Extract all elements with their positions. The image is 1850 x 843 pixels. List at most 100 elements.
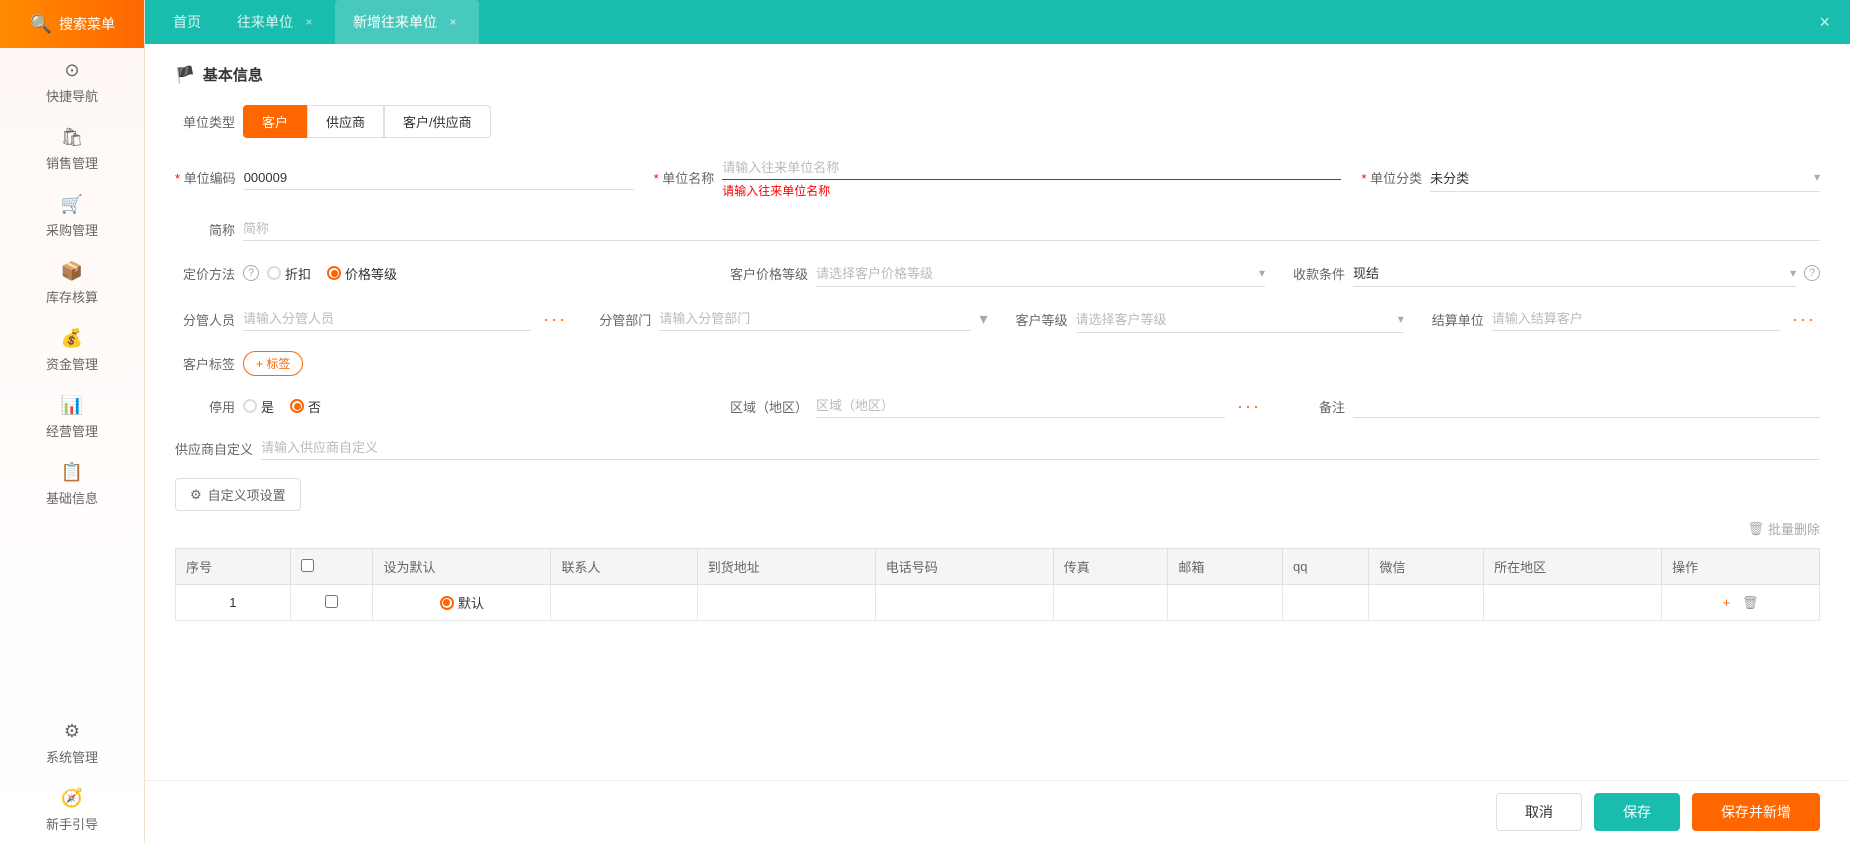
row-phone [875, 585, 1053, 621]
supplier-custom-input[interactable] [261, 436, 1820, 460]
disabled-radio-yes[interactable]: 是 [243, 397, 274, 416]
payment-help-icon[interactable]: ? [1804, 265, 1820, 281]
unit-code-input[interactable] [244, 166, 634, 190]
row-email [1168, 585, 1283, 621]
row-wechat [1369, 585, 1484, 621]
col-default: 设为默认 [373, 549, 551, 585]
select-all-checkbox[interactable] [301, 559, 314, 572]
tab-contacts[interactable]: 往来单位 × [219, 0, 335, 44]
custom-settings-button[interactable]: ⚙ 自定义项设置 [175, 478, 301, 511]
manager-more-btn[interactable]: ··· [539, 309, 571, 330]
pricing-radio-discount[interactable]: 折扣 [267, 264, 311, 283]
sidebar-item-system[interactable]: ⚙ 系统管理 [0, 709, 144, 776]
col-phone: 电话号码 [875, 549, 1053, 585]
add-tag-button[interactable]: + 标签 [243, 351, 303, 376]
pricing-help-icon[interactable]: ? [243, 265, 259, 281]
unit-category-value: 未分类 [1430, 168, 1469, 187]
sidebar-item-finance[interactable]: 💰 资金管理 [0, 316, 144, 383]
sidebar-item-base-info[interactable]: 📋 基础信息 [0, 450, 144, 517]
gear-icon: ⚙ [190, 487, 202, 503]
customer-price-group: 客户价格等级 请选择客户价格等级 ▾ [730, 259, 1265, 287]
sidebar-item-inventory[interactable]: 📦 库存核算 [0, 249, 144, 316]
pricing-radio-level[interactable]: 价格等级 [327, 264, 397, 283]
save-button[interactable]: 保存 [1594, 793, 1680, 831]
row-delete-button[interactable]: 🗑 [1742, 595, 1759, 610]
col-actions: 操作 [1662, 549, 1820, 585]
radio-discount-circle [267, 266, 281, 280]
row-checkbox[interactable] [325, 595, 338, 608]
radio-level-circle [327, 266, 341, 280]
remark-label: 备注 [1285, 397, 1345, 416]
tab-bar: 首页 往来单位 × 新增往来单位 × × [145, 0, 1850, 44]
settlement-label: 结算单位 [1424, 310, 1484, 329]
supplier-custom-label: 供应商自定义 [175, 439, 253, 458]
window-close-button[interactable]: × [1809, 12, 1840, 33]
col-email: 邮箱 [1168, 549, 1283, 585]
disabled-radio-no[interactable]: 否 [290, 397, 321, 416]
unit-category-select[interactable]: 未分类 ▾ [1430, 164, 1820, 192]
unit-name-input-wrapper: 请输入往来单位名称 [722, 156, 1341, 199]
tab-home[interactable]: 首页 [155, 0, 219, 44]
pricing-group: 定价方法 ? 折扣 价格等级 [175, 264, 710, 283]
col-wechat: 微信 [1369, 549, 1484, 585]
payment-value: 现结 [1353, 263, 1379, 282]
sidebar: 🔍 搜索菜单 ⊙ 快捷导航 🛍 销售管理 🛒 采购管理 📦 库存核算 💰 资金管… [0, 0, 145, 843]
settlement-input[interactable] [1492, 307, 1780, 331]
remark-input[interactable] [1353, 394, 1820, 418]
sidebar-item-purchase[interactable]: 🛒 采购管理 [0, 182, 144, 249]
col-qq: qq [1283, 549, 1369, 585]
unit-info-row: 单位编码 单位名称 请输入往来单位名称 单位分类 未分类 ▾ [175, 156, 1820, 199]
cancel-button[interactable]: 取消 [1496, 793, 1582, 831]
sidebar-item-search[interactable]: 🔍 搜索菜单 [0, 0, 144, 48]
pricing-label: 定价方法 [175, 264, 235, 283]
settlement-more-btn[interactable]: ··· [1788, 309, 1820, 330]
short-name-label: 简称 [175, 220, 235, 239]
search-icon: 🔍 [29, 12, 53, 36]
customer-price-label: 客户价格等级 [730, 264, 808, 283]
disabled-group: 停用 是 否 [175, 397, 710, 416]
dept-label: 分管部门 [591, 310, 651, 329]
save-new-button[interactable]: 保存并新增 [1692, 793, 1820, 831]
unit-type-group: 单位类型 客户 供应商 客户/供应商 [175, 105, 1820, 138]
customer-price-placeholder: 请选择客户价格等级 [816, 263, 933, 282]
unit-type-buttons: 客户 供应商 客户/供应商 [243, 105, 491, 138]
radio-yes-circle [243, 399, 257, 413]
unit-code-label: 单位编码 [175, 168, 236, 187]
sidebar-item-guide[interactable]: 🧭 新手引导 [0, 776, 144, 843]
tab-new-contact[interactable]: 新增往来单位 × [335, 0, 479, 44]
customer-level-select[interactable]: 请选择客户等级 ▾ [1076, 305, 1404, 333]
customer-price-select[interactable]: 请选择客户价格等级 ▾ [816, 259, 1265, 287]
footer: 取消 保存 保存并新增 [145, 780, 1850, 843]
manager-row: 分管人员 ··· 分管部门 ▾ 客户等级 请选择客户等级 ▾ 结算单位 ··· [175, 305, 1820, 333]
row-add-button[interactable]: + [1723, 595, 1731, 610]
unit-name-input[interactable] [722, 156, 1341, 180]
dept-group: 分管部门 ▾ [591, 307, 987, 331]
col-index: 序号 [176, 549, 291, 585]
tab-new-contact-close[interactable]: × [445, 14, 461, 30]
settlement-group: 结算单位 ··· [1424, 307, 1820, 331]
region-input[interactable] [816, 394, 1225, 418]
unit-btn-supplier[interactable]: 供应商 [307, 105, 384, 138]
manager-input[interactable] [243, 307, 531, 331]
delete-icon: 🗑 [1747, 521, 1764, 537]
customer-level-label: 客户等级 [1008, 310, 1068, 329]
payment-group: 收款条件 现结 ▾ ? [1285, 259, 1820, 287]
contact-table: 序号 设为默认 联系人 到货地址 电话号码 传真 邮箱 qq 微信 所在地区 操… [175, 548, 1820, 621]
short-name-input[interactable] [243, 217, 1820, 241]
unit-btn-both[interactable]: 客户/供应商 [384, 105, 491, 138]
customer-price-chevron: ▾ [1259, 266, 1265, 280]
unit-btn-customer[interactable]: 客户 [243, 105, 307, 138]
payment-label: 收款条件 [1285, 264, 1345, 283]
radio-no-circle [290, 399, 304, 413]
sidebar-item-operations[interactable]: 📊 经营管理 [0, 383, 144, 450]
dept-input[interactable] [659, 307, 971, 331]
pricing-row: 定价方法 ? 折扣 价格等级 客户价格等级 请选择客户价格等级 [175, 259, 1820, 287]
payment-select[interactable]: 现结 ▾ [1353, 259, 1796, 287]
tab-contacts-close[interactable]: × [301, 14, 317, 30]
sidebar-item-sales[interactable]: 🛍 销售管理 [0, 115, 144, 182]
table-header-row: 序号 设为默认 联系人 到货地址 电话号码 传真 邮箱 qq 微信 所在地区 操… [176, 549, 1820, 585]
batch-delete-label[interactable]: 批量删除 [1768, 519, 1820, 538]
region-more-btn[interactable]: ··· [1233, 396, 1265, 417]
row-default-radio[interactable]: 默认 [383, 593, 540, 612]
sidebar-item-quick-nav[interactable]: ⊙ 快捷导航 [0, 48, 144, 115]
